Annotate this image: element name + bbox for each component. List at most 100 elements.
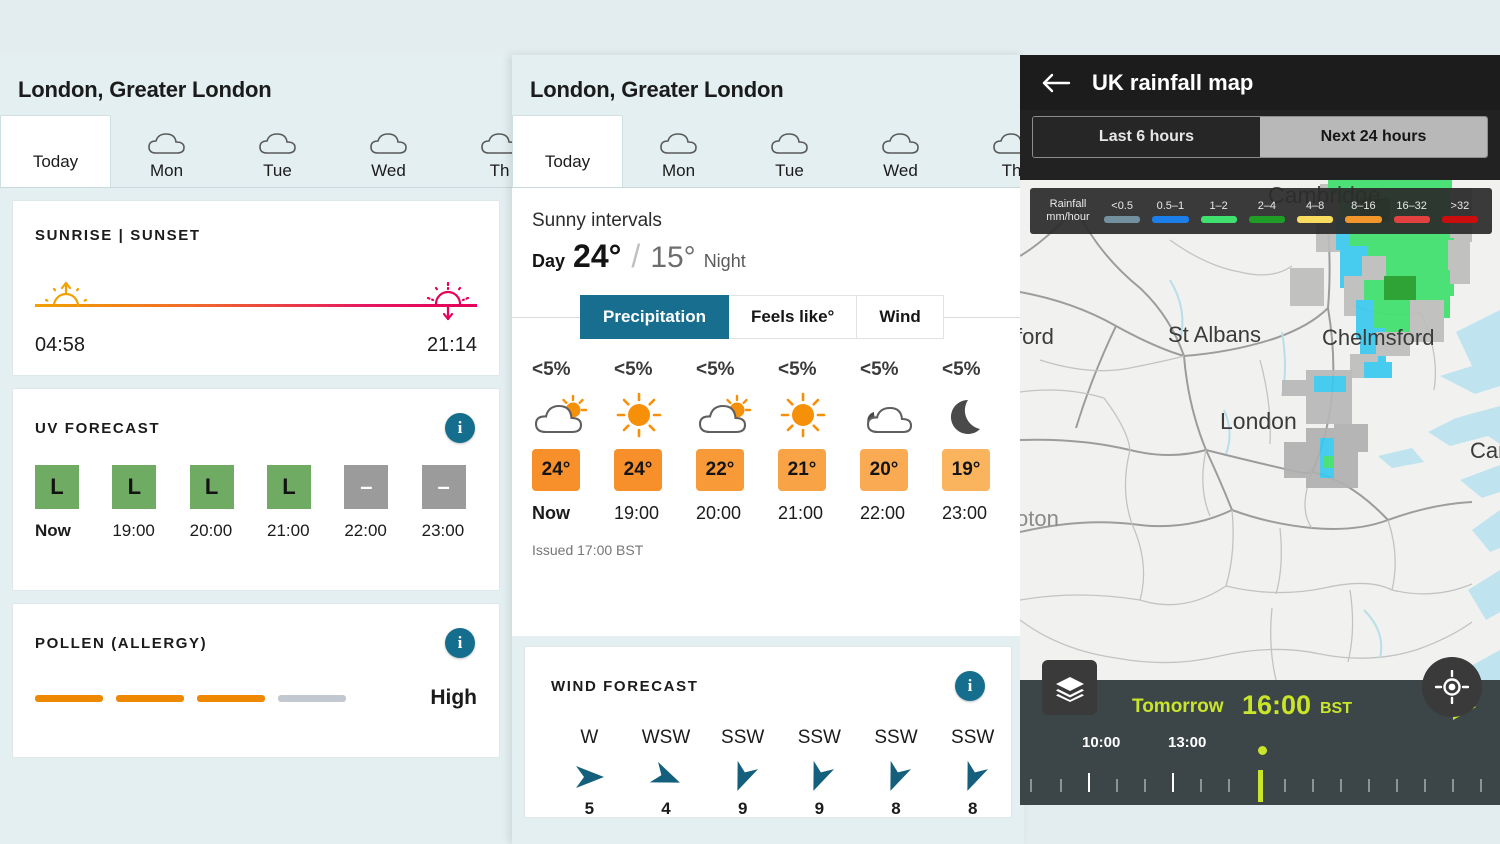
wind-entry: SSW 9 [704, 727, 781, 819]
map-basemap [1020, 180, 1500, 735]
wind-arrow-icon [858, 755, 935, 799]
day-temp-value: 24° [573, 238, 622, 274]
day-tab-wed[interactable]: Wed [845, 115, 956, 187]
info-icon-label: i [457, 633, 463, 652]
timeline-cursor-dot [1258, 746, 1267, 755]
issued-time: Issued 17:00 BST [532, 542, 644, 558]
day-tab-label: Th [1001, 161, 1022, 180]
cloud-icon [956, 115, 1024, 157]
info-icon-wind[interactable]: i [955, 671, 985, 701]
wind-speed: 5 [584, 799, 595, 818]
day-tabs-front: Today Mon Tue Wed Th [512, 115, 1024, 188]
day-tab-label: Wed [371, 161, 406, 180]
hourly-time: 20:00 [696, 503, 742, 523]
wind-direction: SSW [797, 727, 841, 748]
hourly-cell[interactable]: <5% 24° Now [532, 359, 614, 524]
hourly-cell[interactable]: <5% 19° 23:00 [942, 359, 1024, 524]
info-icon-uv[interactable]: i [445, 413, 475, 443]
timeline-scale[interactable] [1020, 760, 1500, 802]
locate-crosshair-icon[interactable] [1422, 657, 1482, 717]
day-tab-thu[interactable]: Th [444, 115, 512, 187]
day-tab-today[interactable]: Today [0, 115, 111, 187]
uv-time: 21:00 [266, 521, 310, 540]
pollen-card: POLLEN (ALLERGY) i High [12, 603, 500, 758]
tab-precipitation[interactable]: Precipitation [580, 295, 729, 339]
map-canvas[interactable]: Cambridge St Albans Chelmsford ford Lond… [1020, 180, 1500, 735]
info-icon-pollen[interactable]: i [445, 628, 475, 658]
wind-direction: W [580, 727, 599, 748]
uv-value-box: L [266, 465, 311, 509]
tab-wind[interactable]: Wind [857, 295, 944, 339]
timeline-tick-labels: 10:00 13:00 [1020, 734, 1500, 760]
legend-stop-range: <0.5 [1111, 199, 1133, 212]
day-tab-tue[interactable]: Tue [222, 115, 333, 187]
legend-label: Rainfall mm/hour [1038, 198, 1098, 224]
timeline-tick [1396, 779, 1398, 792]
sunset-icon [425, 278, 471, 331]
precip-chance: <5% [942, 359, 981, 380]
legend-stop-swatch [1393, 215, 1430, 223]
day-tab-tue[interactable]: Tue [734, 115, 845, 187]
back-arrow-icon[interactable] [1020, 72, 1092, 94]
weather-window-front: London, Greater London Today Mon Tue Wed… [512, 55, 1024, 844]
timeline-time: 16:00 [1242, 690, 1312, 720]
day-tab-label: Th [489, 161, 510, 180]
pollen-row: High [35, 686, 477, 710]
hourly-cell[interactable]: <5% 24° 19:00 [614, 359, 696, 524]
hourly-time: 23:00 [942, 503, 988, 523]
segment-last-6-hours[interactable]: Last 6 hours [1033, 117, 1260, 157]
hourly-time: Now [532, 503, 570, 523]
layers-icon[interactable] [1042, 660, 1097, 715]
hourly-cell[interactable]: <5% 21° 21:00 [778, 359, 860, 524]
hourly-temp: 20° [860, 449, 908, 491]
pollen-title: POLLEN (ALLERGY) [35, 634, 208, 652]
timeline-tick [1452, 779, 1454, 792]
sun-track [35, 270, 477, 330]
uv-value-box: L [189, 465, 234, 509]
day-tab-today[interactable]: Today [512, 115, 623, 187]
wind-arrow-icon [551, 755, 628, 799]
map-title: UK rainfall map [1092, 69, 1254, 95]
wind-speed: 9 [814, 799, 825, 818]
legend-stop-swatch [1248, 215, 1285, 223]
legend-stop-swatch [1200, 215, 1237, 223]
uv-row: L Now L 19:00 L 20:00 L 21:00 – 22:00 – … [35, 465, 499, 541]
wind-direction: SSW [874, 727, 918, 748]
hourly-temp: 24° [614, 449, 662, 491]
hourly-cell[interactable]: <5% 22° 20:00 [696, 359, 778, 524]
legend-stop: 16–32 [1388, 200, 1436, 223]
uv-entry: L 21:00 [266, 465, 344, 541]
hourly-cell[interactable]: <5% 20° 22:00 [860, 359, 942, 524]
uv-time: 22:00 [344, 521, 387, 540]
forecast-temperatures: Day 24° / 15° Night [512, 232, 1024, 275]
map-place-label: oton [1020, 506, 1059, 531]
day-tab-wed[interactable]: Wed [333, 115, 444, 187]
cloud-icon [623, 115, 734, 157]
wind-entry: SSW 9 [781, 727, 858, 819]
day-tab-thu[interactable]: Th [956, 115, 1024, 187]
moon-icon [942, 389, 1024, 441]
day-tab-label: Tue [775, 161, 804, 180]
timeline-tick [1340, 779, 1342, 792]
tab-feels-like[interactable]: Feels like° [728, 295, 858, 339]
info-icon-label: i [967, 676, 973, 695]
segment-next-24-hours[interactable]: Next 24 hours [1260, 117, 1487, 157]
legend-stop-range: 16–32 [1396, 199, 1427, 212]
legend-label-line2: mm/hour [1046, 211, 1090, 223]
day-tab-mon[interactable]: Mon [623, 115, 734, 187]
legend-stop-swatch [1104, 215, 1141, 223]
timeline-tick [1144, 779, 1146, 792]
timeline-tick [1368, 779, 1370, 792]
timeline-tick-major [1172, 773, 1174, 792]
uv-time: 20:00 [189, 521, 233, 540]
rainfall-legend: Rainfall mm/hour <0.5 0.5–1 1–2 2–4 4–8 … [1030, 188, 1492, 234]
legend-stop-swatch [1152, 215, 1189, 223]
timeline-cursor[interactable] [1258, 770, 1263, 802]
day-tab-mon[interactable]: Mon [111, 115, 222, 187]
sun-path-line [35, 304, 477, 307]
timeline-tick [1284, 779, 1286, 792]
uv-time: 23:00 [421, 521, 465, 540]
uv-value-box: L [35, 465, 79, 509]
page-title-back: London, Greater London [18, 77, 272, 102]
wind-speed: 9 [737, 799, 748, 818]
